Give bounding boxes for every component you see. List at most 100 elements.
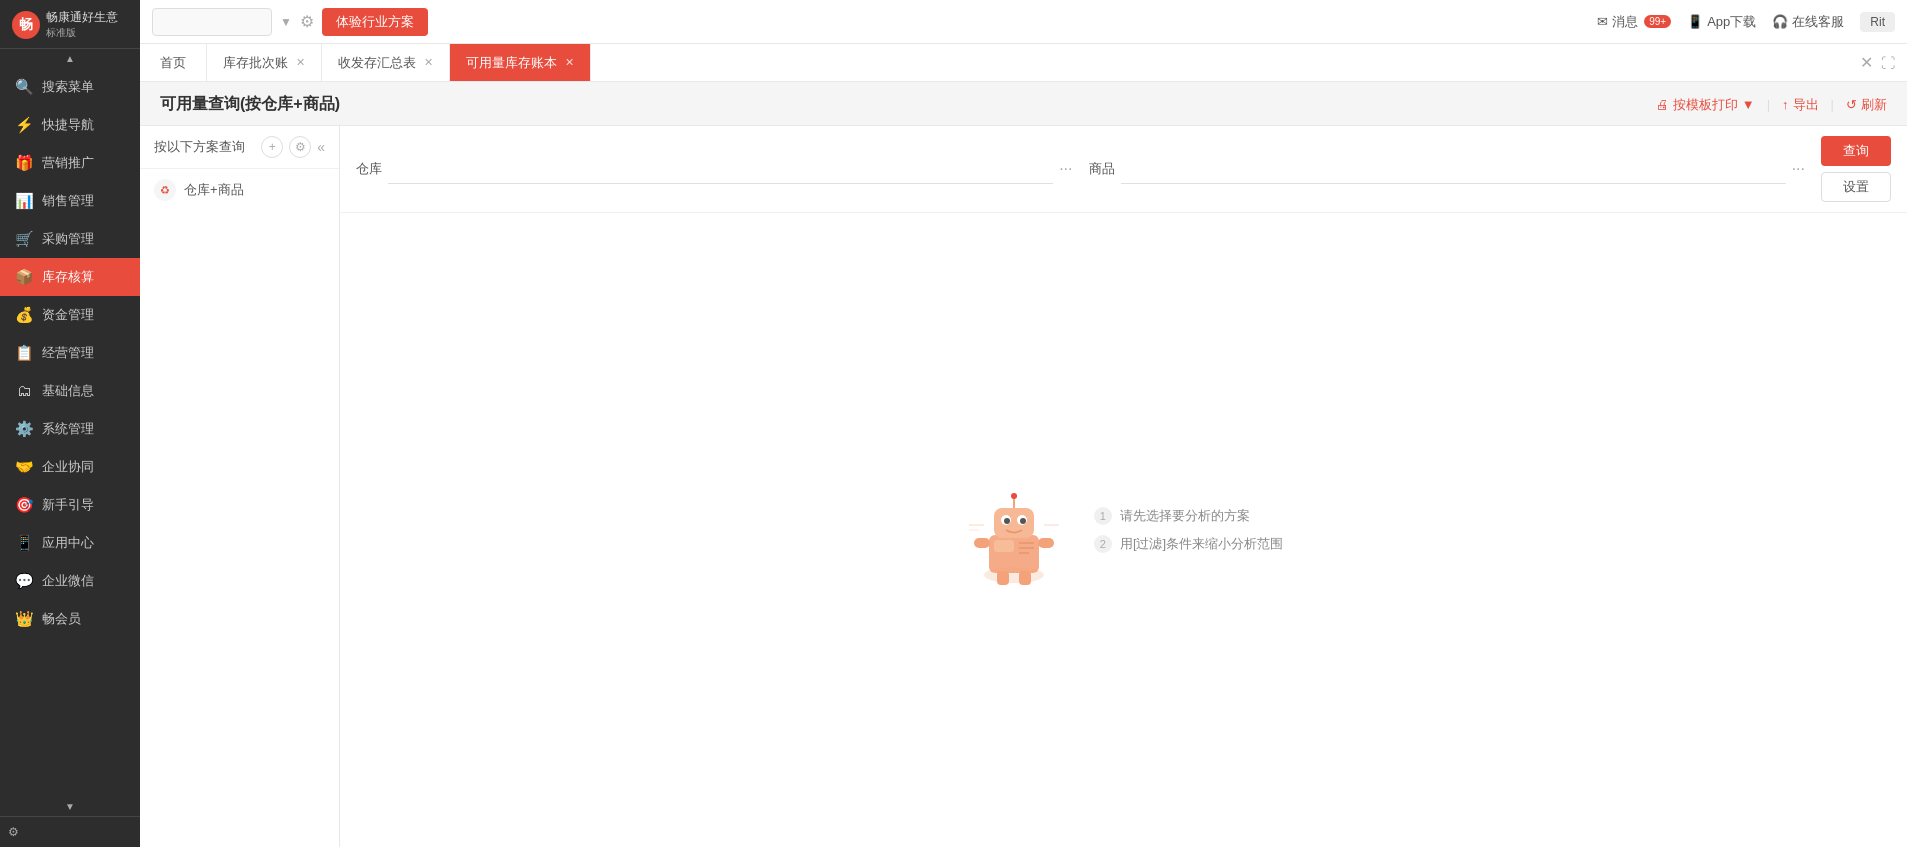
customer-service-label: 在线客服 — [1792, 13, 1844, 31]
hint-num-2: 2 — [1094, 535, 1112, 553]
sidebar-item-label: 快捷导航 — [42, 116, 94, 134]
sidebar-item-label: 库存核算 — [42, 268, 94, 286]
svg-rect-16 — [1019, 571, 1031, 585]
filter-item-icon: ♻ — [154, 179, 176, 201]
sidebar-item-appstore[interactable]: 📱 应用中心 — [0, 524, 140, 562]
tabbar-expand-icon[interactable]: ⛶ — [1881, 55, 1895, 71]
sidebar-item-enterprise[interactable]: 🤝 企业协同 — [0, 448, 140, 486]
svg-point-12 — [1011, 493, 1017, 499]
tab-home[interactable]: 首页 — [140, 44, 207, 81]
tab-home-label: 首页 — [160, 54, 186, 72]
topbar: ▼ ⚙ 体验行业方案 ✉ 消息 99+ 📱 App下载 🎧 在线客服 Rit — [140, 0, 1907, 44]
refresh-btn[interactable]: ↺ 刷新 — [1846, 96, 1887, 114]
sidebar-scroll-up[interactable]: ▲ — [0, 49, 140, 68]
filter-header-label: 按以下方案查询 — [154, 138, 245, 156]
tabbar-close-icon[interactable]: ✕ — [1860, 53, 1873, 72]
search-icon: 🔍 — [14, 78, 34, 96]
sidebar-item-label: 销售管理 — [42, 192, 94, 210]
export-btn[interactable]: ↑ 导出 — [1782, 96, 1819, 114]
tab-collect-close[interactable]: ✕ — [424, 56, 433, 69]
sidebar-item-operations[interactable]: 📋 经营管理 — [0, 334, 140, 372]
customer-service-btn[interactable]: 🎧 在线客服 — [1772, 13, 1844, 31]
filter-add-btn[interactable]: + — [261, 136, 283, 158]
filter-item-label: 仓库+商品 — [184, 181, 244, 199]
settings-icon: ⚙ — [8, 825, 19, 839]
wecom-icon: 💬 — [14, 572, 34, 590]
logo-title: 畅康通好生意 — [46, 10, 118, 26]
tab-batch[interactable]: 库存批次账 ✕ — [207, 44, 322, 81]
warehouse-field: 仓库 ··· — [356, 154, 1073, 184]
message-icon: ✉ — [1597, 14, 1608, 29]
print-template-btn[interactable]: 🖨 按模板打印 ▼ — [1656, 96, 1755, 114]
page-actions: 🖨 按模板打印 ▼ | ↑ 导出 | ↺ 刷新 — [1656, 96, 1887, 114]
sidebar-item-label: 搜索菜单 — [42, 78, 94, 96]
query-btn[interactable]: 查询 — [1821, 136, 1891, 166]
empty-illustration — [964, 480, 1064, 580]
sales-icon: 📊 — [14, 192, 34, 210]
svg-point-9 — [1004, 518, 1010, 524]
sidebar-item-finance[interactable]: 💰 资金管理 — [0, 296, 140, 334]
appstore-icon: 📱 — [14, 534, 34, 552]
hint-1-label: 请先选择要分析的方案 — [1120, 507, 1250, 525]
warehouse-input[interactable] — [388, 154, 1053, 184]
filter-item-warehouse-product[interactable]: ♻ 仓库+商品 — [140, 169, 339, 211]
filter-collapse-btn[interactable]: « — [317, 139, 325, 155]
quicknav-icon: ⚡ — [14, 116, 34, 134]
message-label: 消息 — [1612, 13, 1638, 31]
print-arrow: ▼ — [1742, 97, 1755, 112]
sidebar-item-wecom[interactable]: 💬 企业微信 — [0, 562, 140, 600]
sidebar-item-newbie[interactable]: 🎯 新手引导 — [0, 486, 140, 524]
sidebar-item-inventory[interactable]: 📦 库存核算 — [0, 258, 140, 296]
sidebar-item-search[interactable]: 🔍 搜索菜单 — [0, 68, 140, 106]
svg-rect-13 — [974, 538, 990, 548]
topbar-dropdown-arrow[interactable]: ▼ — [280, 15, 292, 29]
sidebar-item-label: 采购管理 — [42, 230, 94, 248]
purchase-icon: 🛒 — [14, 230, 34, 248]
app-download-label: App下载 — [1707, 13, 1756, 31]
tab-collect[interactable]: 收发存汇总表 ✕ — [322, 44, 450, 81]
sidebar-logo: 畅 畅康通好生意 标准版 — [0, 0, 140, 49]
logo-badge: 标准版 — [46, 26, 118, 40]
sidebar-item-member[interactable]: 👑 畅会员 — [0, 600, 140, 638]
logo-icon: 畅 — [12, 11, 40, 39]
page-header: 可用量查询(按仓库+商品) 🖨 按模板打印 ▼ | ↑ 导出 | ↺ 刷新 — [140, 82, 1907, 126]
sidebar-item-sales[interactable]: 📊 销售管理 — [0, 182, 140, 220]
refresh-label: 刷新 — [1861, 96, 1887, 114]
topbar-gear-icon[interactable]: ⚙ — [300, 12, 314, 31]
sidebar-item-system[interactable]: ⚙️ 系统管理 — [0, 410, 140, 448]
sidebar-item-label: 新手引导 — [42, 496, 94, 514]
topbar-right: ✉ 消息 99+ 📱 App下载 🎧 在线客服 Rit — [1597, 12, 1895, 32]
sidebar-item-marketing[interactable]: 🎁 营销推广 — [0, 144, 140, 182]
sidebar-item-label: 应用中心 — [42, 534, 94, 552]
tab-available-close[interactable]: ✕ — [565, 56, 574, 69]
svg-rect-15 — [997, 571, 1009, 585]
product-input[interactable] — [1121, 154, 1786, 184]
inventory-icon: 📦 — [14, 268, 34, 286]
topbar-search-input[interactable] — [152, 8, 272, 36]
data-panel: 仓库 ··· 商品 ··· 查询 设置 — [340, 126, 1907, 847]
svg-rect-2 — [994, 540, 1014, 552]
filter-settings-btn[interactable]: ⚙ — [289, 136, 311, 158]
empty-state: 1 请先选择要分析的方案 2 用[过滤]条件来缩小分析范围 — [340, 213, 1907, 847]
sidebar-settings[interactable]: ⚙ — [0, 816, 140, 847]
query-settings-btn[interactable]: 设置 — [1821, 172, 1891, 202]
trial-btn[interactable]: 体验行业方案 — [322, 8, 428, 36]
sidebar-scroll-down[interactable]: ▼ — [0, 797, 140, 816]
finance-icon: 💰 — [14, 306, 34, 324]
sidebar-item-quicknav[interactable]: ⚡ 快捷导航 — [0, 106, 140, 144]
content: 按以下方案查询 + ⚙ « ♻ 仓库+商品 仓库 ··· — [140, 126, 1907, 847]
tab-available[interactable]: 可用量库存账本 ✕ — [450, 44, 591, 81]
sidebar-item-purchase[interactable]: 🛒 采购管理 — [0, 220, 140, 258]
product-more-btn[interactable]: ··· — [1792, 160, 1805, 178]
tab-batch-close[interactable]: ✕ — [296, 56, 305, 69]
sidebar-item-basic[interactable]: 🗂 基础信息 — [0, 372, 140, 410]
hint-num-1: 1 — [1094, 507, 1112, 525]
empty-hint-2: 2 用[过滤]条件来缩小分析范围 — [1094, 535, 1283, 553]
filter-header: 按以下方案查询 + ⚙ « — [140, 126, 339, 169]
app-download-btn[interactable]: 📱 App下载 — [1687, 13, 1756, 31]
user-name[interactable]: Rit — [1860, 12, 1895, 32]
warehouse-more-btn[interactable]: ··· — [1059, 160, 1072, 178]
message-btn[interactable]: ✉ 消息 99+ — [1597, 13, 1671, 31]
export-icon: ↑ — [1782, 97, 1789, 112]
tabbar: 首页 库存批次账 ✕ 收发存汇总表 ✕ 可用量库存账本 ✕ ✕ ⛶ — [140, 44, 1907, 82]
